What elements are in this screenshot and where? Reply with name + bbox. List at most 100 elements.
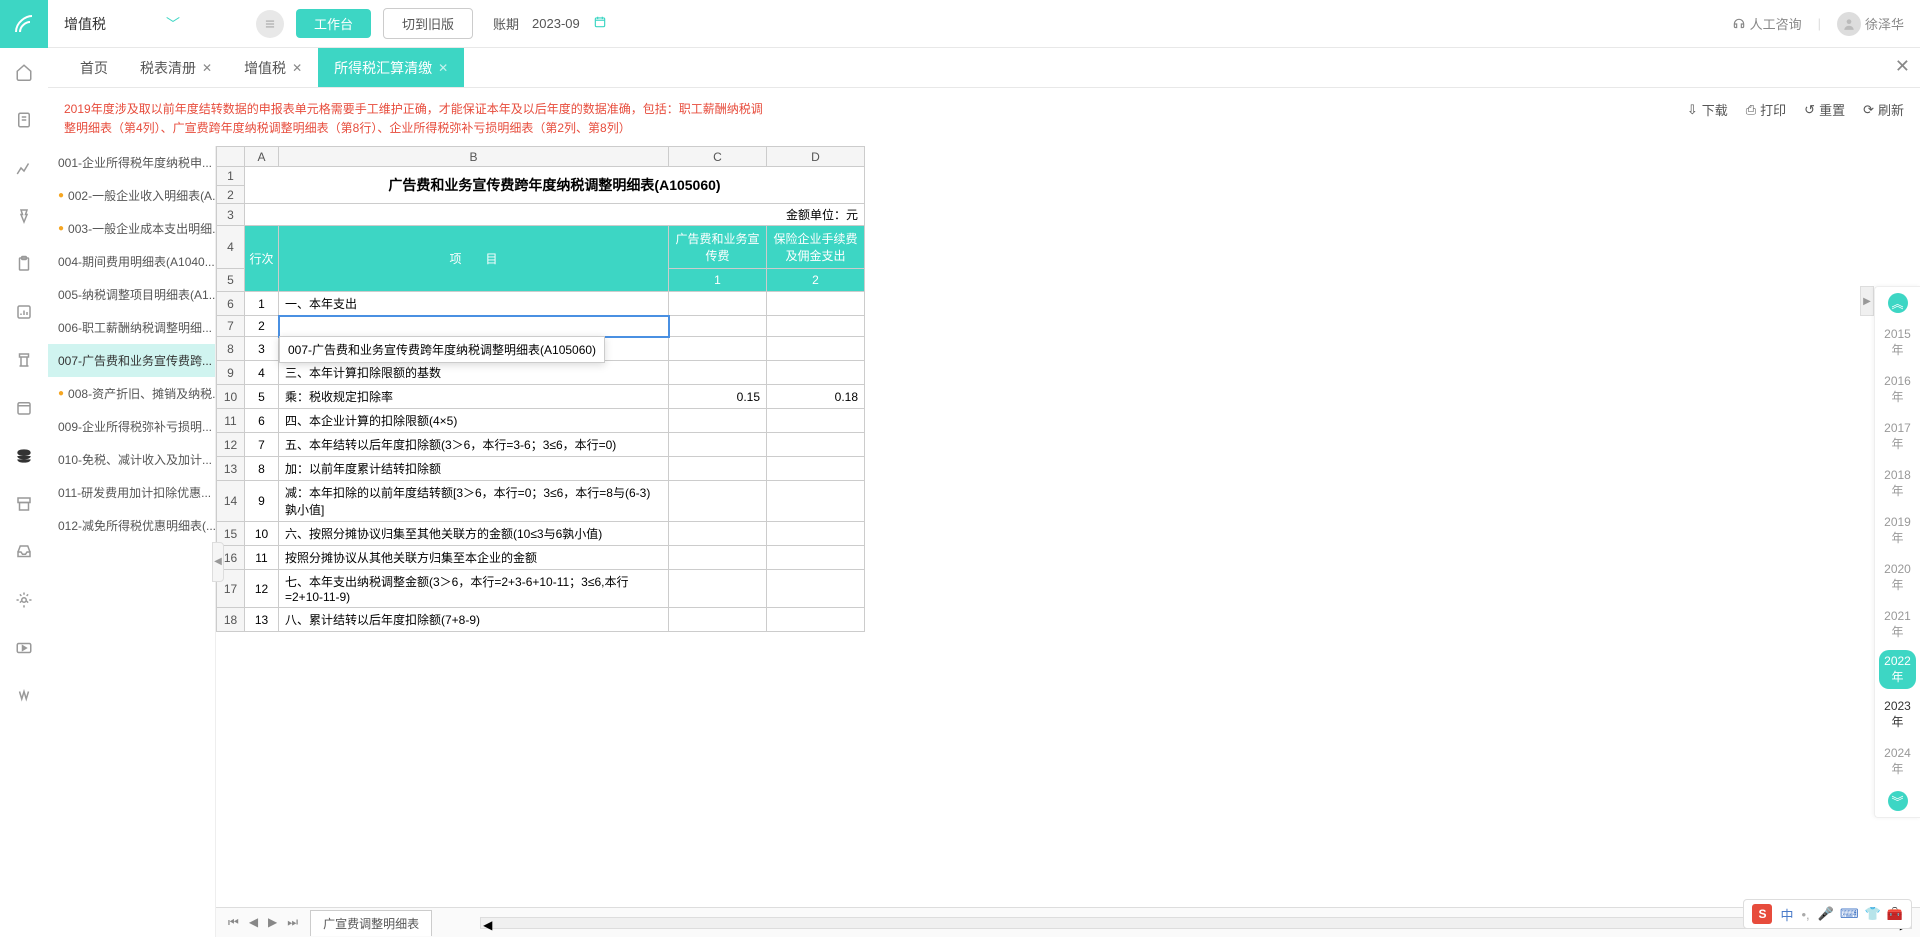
- nav-vip-icon[interactable]: [0, 672, 48, 720]
- value-cell-d[interactable]: [767, 337, 865, 361]
- sheet-nav-first-icon[interactable]: ⏮: [224, 913, 243, 932]
- row-header[interactable]: 10: [217, 385, 245, 409]
- nav-tax-icon[interactable]: [0, 336, 48, 384]
- row-header[interactable]: 2: [217, 185, 245, 204]
- col-header[interactable]: B: [279, 147, 669, 167]
- value-cell-c[interactable]: [669, 522, 767, 546]
- ime-lang[interactable]: 中: [1780, 905, 1793, 924]
- form-list-item[interactable]: ●003-一般企业成本支出明细...: [48, 212, 215, 245]
- item-cell[interactable]: 乘：税收规定扣除率: [279, 385, 669, 409]
- nav-inbox-icon[interactable]: [0, 528, 48, 576]
- row-header[interactable]: 7: [217, 316, 245, 337]
- value-cell-c[interactable]: [669, 481, 767, 522]
- form-list-item[interactable]: ●008-资产折旧、摊销及纳税...: [48, 377, 215, 410]
- col-header[interactable]: D: [767, 147, 865, 167]
- sheet-nav-next-icon[interactable]: ▶: [264, 913, 281, 932]
- seq-cell[interactable]: 1: [245, 292, 279, 316]
- calendar-icon[interactable]: [593, 15, 607, 32]
- row-header[interactable]: 14: [217, 481, 245, 522]
- nav-report-icon[interactable]: [0, 288, 48, 336]
- seq-cell[interactable]: 9: [245, 481, 279, 522]
- value-cell-d[interactable]: [767, 316, 865, 337]
- value-cell-d[interactable]: [767, 608, 865, 632]
- ime-skin-icon[interactable]: 👕: [1865, 906, 1881, 922]
- year-option[interactable]: 2021年: [1875, 601, 1920, 648]
- seq-cell[interactable]: 13: [245, 608, 279, 632]
- value-cell-c[interactable]: [669, 316, 767, 337]
- cell-dropdown[interactable]: 007-广告费和业务宣传费跨年度纳税调整明细表(A105060): [279, 336, 605, 363]
- sheet-tab[interactable]: 广宣费调整明细表: [310, 910, 432, 936]
- form-list-item[interactable]: 009-企业所得税弥补亏损明...: [48, 410, 215, 443]
- switch-old-button[interactable]: 切到旧版: [383, 8, 473, 39]
- ime-logo-icon[interactable]: S: [1752, 904, 1772, 924]
- value-cell-d[interactable]: [767, 570, 865, 608]
- seq-cell[interactable]: 12: [245, 570, 279, 608]
- row-header[interactable]: 9: [217, 361, 245, 385]
- year-down-icon[interactable]: ︾: [1888, 791, 1908, 811]
- item-cell[interactable]: 七、本年支出纳税调整金额(3＞6，本行=2+3-6+10-11；3≤6,本行=2…: [279, 570, 669, 608]
- user-menu[interactable]: 徐泽华: [1837, 12, 1904, 36]
- nav-clipboard-icon[interactable]: [0, 240, 48, 288]
- value-cell-c[interactable]: [669, 546, 767, 570]
- tab-1[interactable]: 税表清册✕: [124, 48, 228, 87]
- value-cell-d[interactable]: [767, 433, 865, 457]
- value-cell-d[interactable]: [767, 481, 865, 522]
- ime-keyboard-icon[interactable]: ⌨: [1840, 906, 1859, 922]
- item-cell[interactable]: 加：以前年度累计结转扣除额: [279, 457, 669, 481]
- spreadsheet[interactable]: A B C D 1广告费和业务宣传费跨年度纳税调整明细表(A105060) 2 …: [216, 146, 865, 632]
- row-header[interactable]: 4: [217, 226, 245, 269]
- form-list-item[interactable]: 010-免税、减计收入及加计...: [48, 443, 215, 476]
- value-cell-d[interactable]: 0.18: [767, 385, 865, 409]
- value-cell-d[interactable]: [767, 546, 865, 570]
- item-cell[interactable]: 007-广告费和业务宣传费跨年度纳税调整明细表(A105060): [279, 316, 669, 337]
- seq-cell[interactable]: 6: [245, 409, 279, 433]
- item-cell[interactable]: 三、本年计算扣除限额的基数: [279, 361, 669, 385]
- row-header[interactable]: 8: [217, 337, 245, 361]
- form-list-item[interactable]: 004-期间费用明细表(A1040...: [48, 245, 215, 278]
- item-cell[interactable]: 一、本年支出: [279, 292, 669, 316]
- nav-calendar-icon[interactable]: [0, 384, 48, 432]
- workbench-button[interactable]: 工作台: [296, 9, 371, 38]
- col-header[interactable]: A: [245, 147, 279, 167]
- row-header[interactable]: 6: [217, 292, 245, 316]
- form-list-item[interactable]: 001-企业所得税年度纳税申...: [48, 146, 215, 179]
- year-option[interactable]: 2018年: [1875, 460, 1920, 507]
- nav-home-icon[interactable]: [0, 48, 48, 96]
- row-header[interactable]: 5: [217, 269, 245, 292]
- year-option[interactable]: 2016年: [1875, 366, 1920, 413]
- value-cell-d[interactable]: [767, 292, 865, 316]
- ime-toolbox-icon[interactable]: 🧰: [1887, 906, 1903, 922]
- form-list-item[interactable]: 007-广告费和业务宣传费跨...: [48, 344, 215, 377]
- row-header[interactable]: 12: [217, 433, 245, 457]
- seq-cell[interactable]: 10: [245, 522, 279, 546]
- seq-cell[interactable]: 7: [245, 433, 279, 457]
- reset-button[interactable]: ↺重置: [1804, 100, 1845, 119]
- value-cell-c[interactable]: [669, 409, 767, 433]
- tab-2[interactable]: 增值税✕: [228, 48, 318, 87]
- nav-doc-icon[interactable]: [0, 96, 48, 144]
- form-list-item[interactable]: 006-职工薪酬纳税调整明细...: [48, 311, 215, 344]
- item-cell[interactable]: 减：本年扣除的以前年度结转额[3＞6，本行=0；3≤6，本行=8与(6-3)孰小…: [279, 481, 669, 522]
- value-cell-c[interactable]: [669, 337, 767, 361]
- form-list-item[interactable]: 005-纳税调整项目明细表(A1...: [48, 278, 215, 311]
- year-option[interactable]: 2023年: [1875, 691, 1920, 738]
- value-cell-d[interactable]: [767, 522, 865, 546]
- value-cell-c[interactable]: [669, 433, 767, 457]
- nav-archive-icon[interactable]: [0, 480, 48, 528]
- close-icon[interactable]: ✕: [202, 61, 212, 75]
- value-cell-c[interactable]: [669, 608, 767, 632]
- year-option[interactable]: 2020年: [1875, 554, 1920, 601]
- row-header[interactable]: 3: [217, 204, 245, 226]
- item-cell[interactable]: 五、本年结转以后年度扣除额(3＞6，本行=3-6；3≤6，本行=0): [279, 433, 669, 457]
- ime-mic-icon[interactable]: 🎤: [1818, 906, 1834, 922]
- year-option[interactable]: 2019年: [1875, 507, 1920, 554]
- seq-cell[interactable]: 5: [245, 385, 279, 409]
- close-icon[interactable]: ✕: [438, 61, 448, 75]
- print-button[interactable]: ⎙打印: [1746, 100, 1786, 119]
- year-up-icon[interactable]: ︽: [1888, 293, 1908, 313]
- seq-cell[interactable]: 8: [245, 457, 279, 481]
- form-list-item[interactable]: ●002-一般企业收入明细表(A...: [48, 179, 215, 212]
- close-icon[interactable]: ✕: [292, 61, 302, 75]
- close-all-tabs-icon[interactable]: ✕: [1895, 56, 1910, 77]
- download-button[interactable]: ⇩下载: [1687, 100, 1728, 119]
